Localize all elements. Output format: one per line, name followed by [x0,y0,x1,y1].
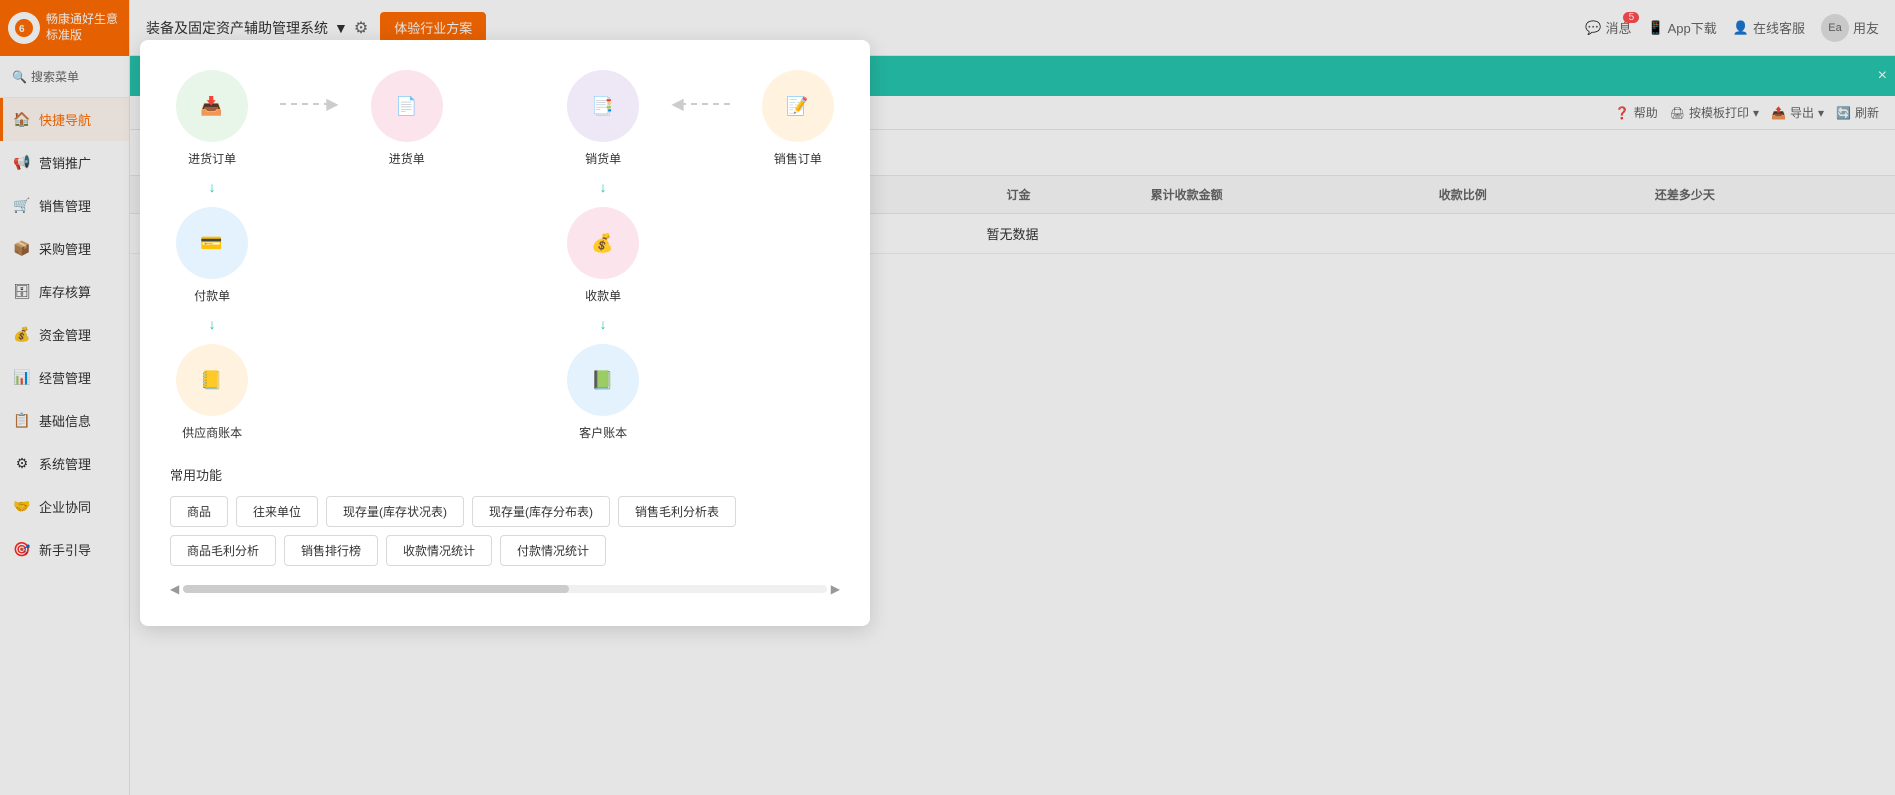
sales-order-flow-item: 📝 销售订单 [762,70,834,167]
sales-order-col: 📝 销售订单 [762,70,834,167]
scrollbar-track[interactable] [183,585,827,593]
purchase-order-icon-circle: 📥 [176,70,248,142]
purchase-doc-col: 📄 进货单 [371,70,443,167]
common-functions-section: 常用功能 商品往来单位现存量(库存状况表)现存量(库存分布表)销售毛利分析表商品… [170,465,840,566]
common-functions-title: 常用功能 [170,465,840,484]
supplier-ledger-icon-circle: 📒 [176,344,248,416]
svg-text:📄: 📄 [395,95,417,116]
receipt-doc-icon-circle: 💰 [567,207,639,279]
customer-ledger-icon-circle: 📗 [567,344,639,416]
down-arrow-2: ↓ [209,316,216,332]
modal-overlay: 📥 进货订单 ↓ 💳 [130,0,1895,795]
scrollbar-thumb [183,585,569,593]
quick-guide-modal: 📥 进货订单 ↓ 💳 [140,40,870,626]
function-button[interactable]: 商品 [170,496,228,527]
function-button[interactable]: 往来单位 [236,496,318,527]
down-arrow-3: ↓ [600,179,607,195]
function-button[interactable]: 销售毛利分析表 [618,496,736,527]
scroll-left-arrow[interactable]: ◀ [170,582,179,596]
sales-doc-icon-circle: 📑 [567,70,639,142]
purchase-flow-col: 📥 进货订单 ↓ 💳 [176,70,248,441]
function-button[interactable]: 现存量(库存状况表) [326,496,464,527]
svg-text:📥: 📥 [200,95,222,116]
supplier-ledger-flow-item: 📒 供应商账本 [176,344,248,441]
payment-doc-flow-item: 💳 付款单 [176,207,248,304]
sales-order-icon-circle: 📝 [762,70,834,142]
svg-text:💰: 💰 [591,232,613,254]
svg-text:💳: 💳 [200,233,222,253]
svg-text:📗: 📗 [591,370,613,390]
svg-text:📒: 📒 [200,370,222,390]
main-area: 装备及固定资产辅助管理系统 ▼ ⚙ 体验行业方案 💬 消息 5 📱 App下载 [130,0,1895,795]
modal-scrollbar[interactable]: ◀ ▶ [170,582,840,596]
svg-text:📑: 📑 [591,95,613,116]
function-button[interactable]: 付款情况统计 [500,535,606,566]
payment-doc-icon-circle: 💳 [176,207,248,279]
down-arrow-1: ↓ [209,179,216,195]
function-button[interactable]: 商品毛利分析 [170,535,276,566]
function-button[interactable]: 销售排行榜 [284,535,378,566]
down-arrow-4: ↓ [600,316,607,332]
common-functions-buttons: 商品往来单位现存量(库存状况表) 现存量(库存分布表) 销售毛利分析表商品毛利分析销… [170,496,840,566]
customer-ledger-flow-item: 📗 客户账本 [567,344,639,441]
flow-diagram: 📥 进货订单 ↓ 💳 [170,70,840,441]
purchase-doc-icon-circle: 📄 [371,70,443,142]
sales-arrow: ◀ [671,94,729,114]
purchase-doc-flow-item: 📄 进货单 [371,70,443,167]
sales-doc-flow-item: 📑 销货单 [567,70,639,167]
svg-text:📝: 📝 [786,95,808,116]
function-button[interactable]: 收款情况统计 [386,535,492,566]
sales-flow-col: 📑 销货单 ↓ 💰 [567,70,639,441]
function-button[interactable]: 现存量(库存分布表) [472,496,610,527]
receipt-doc-flow-item: 💰 收款单 [567,207,639,304]
purchase-order-flow-item: 📥 进货订单 [176,70,248,167]
scroll-right-arrow[interactable]: ▶ [831,582,840,596]
purchase-arrow: ▶ [280,94,338,114]
